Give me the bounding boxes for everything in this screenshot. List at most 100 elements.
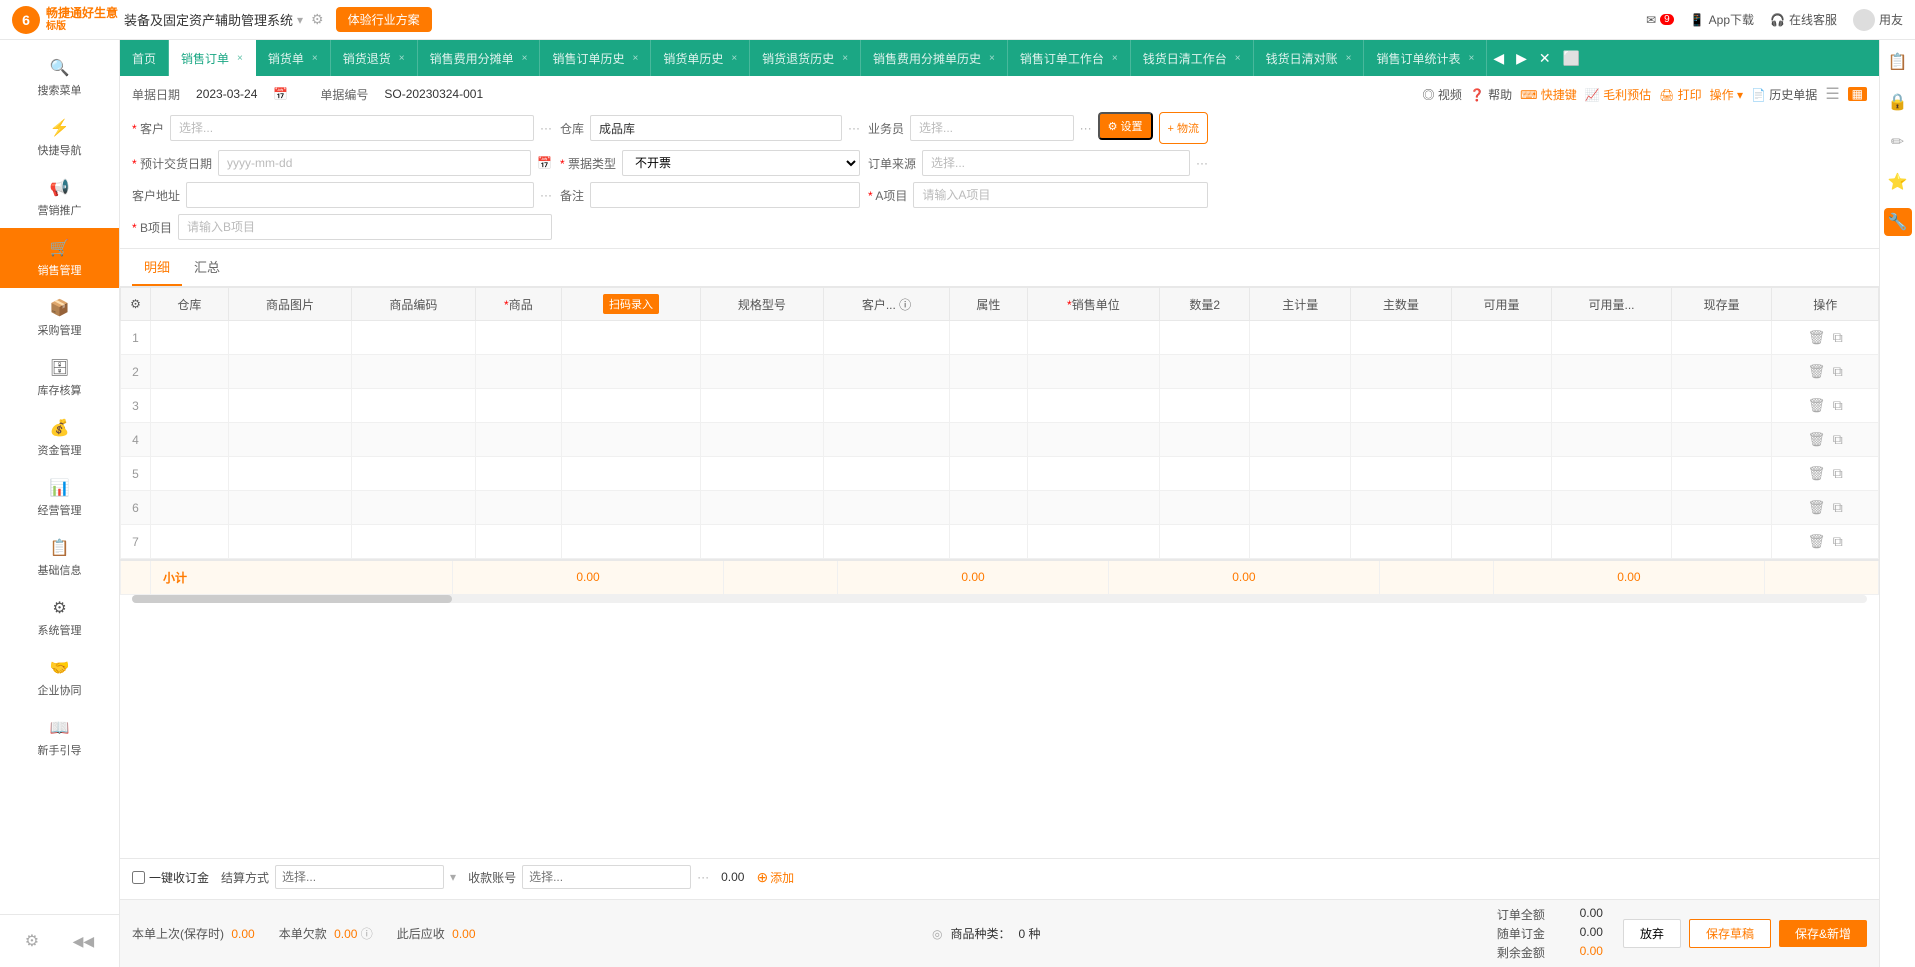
- row-5-qty2[interactable]: [1159, 457, 1249, 491]
- address-input[interactable]: [186, 182, 534, 208]
- staff-input[interactable]: [910, 115, 1074, 141]
- operation-btn[interactable]: 操作 ▾: [1710, 86, 1743, 103]
- row-1-available2[interactable]: [1552, 321, 1672, 355]
- right-panel-doc-btn[interactable]: 📋: [1884, 48, 1912, 76]
- row-6-warehouse[interactable]: [151, 491, 229, 525]
- row-6-spec[interactable]: [700, 491, 823, 525]
- row-3-attr[interactable]: [949, 389, 1027, 423]
- tab-close-goods-history[interactable]: ×: [731, 53, 737, 64]
- row-4-copy-btn[interactable]: ⧉: [1831, 429, 1845, 450]
- row-2-customer[interactable]: [824, 355, 950, 389]
- discard-button[interactable]: 放弃: [1623, 919, 1681, 948]
- tab-order-stats[interactable]: 销售订单统计表 ×: [1364, 40, 1487, 76]
- list-view-btn[interactable]: ☰: [1825, 84, 1839, 104]
- row-4-code[interactable]: [352, 423, 475, 457]
- row-2-qty2[interactable]: [1159, 355, 1249, 389]
- row-5-spec[interactable]: [700, 457, 823, 491]
- row-5-barcode[interactable]: [562, 457, 701, 491]
- tab-order-workbench[interactable]: 销售订单工作台 ×: [1008, 40, 1131, 76]
- row-6-main-qty[interactable]: [1351, 491, 1452, 525]
- col-barcode-header[interactable]: 扫码录入: [562, 288, 701, 321]
- tab-close-cash-reconcile[interactable]: ×: [1346, 53, 1352, 64]
- row-7-unit[interactable]: [1027, 525, 1159, 559]
- tab-close-return-history[interactable]: ×: [842, 53, 848, 64]
- row-6-code[interactable]: [352, 491, 475, 525]
- row-3-image[interactable]: [228, 389, 351, 423]
- barcode-btn[interactable]: 扫码录入: [603, 294, 659, 314]
- tab-close-fee-history[interactable]: ×: [989, 53, 995, 64]
- quick-order-check[interactable]: [132, 871, 145, 884]
- row-6-unit[interactable]: [1027, 491, 1159, 525]
- row-6-copy-btn[interactable]: ⧉: [1831, 497, 1845, 518]
- row-4-delete-btn[interactable]: 🗑: [1806, 429, 1828, 450]
- row-1-spec[interactable]: [700, 321, 823, 355]
- sidebar-item-system[interactable]: ⚙ 系统管理: [0, 588, 119, 648]
- row-4-barcode[interactable]: [562, 423, 701, 457]
- row-5-code[interactable]: [352, 457, 475, 491]
- row-1-code[interactable]: [352, 321, 475, 355]
- calendar-icon[interactable]: 📅: [273, 87, 288, 101]
- quick-order-checkbox[interactable]: 一键收订金: [132, 869, 209, 886]
- row-5-available2[interactable]: [1552, 457, 1672, 491]
- row-5-attr[interactable]: [949, 457, 1027, 491]
- row-7-spec[interactable]: [700, 525, 823, 559]
- row-7-main-qty[interactable]: [1351, 525, 1452, 559]
- account-more-icon[interactable]: ···: [697, 870, 709, 884]
- row-2-product[interactable]: [475, 355, 562, 389]
- row-6-qty2[interactable]: [1159, 491, 1249, 525]
- row-1-main-qty[interactable]: [1351, 321, 1452, 355]
- tab-sales-order[interactable]: 销售订单 ×: [169, 40, 256, 76]
- row-2-attr[interactable]: [949, 355, 1027, 389]
- row-5-product[interactable]: [475, 457, 562, 491]
- row-4-available[interactable]: [1451, 423, 1552, 457]
- row-3-stock[interactable]: [1671, 389, 1772, 423]
- row-2-spec[interactable]: [700, 355, 823, 389]
- row-2-stock[interactable]: [1671, 355, 1772, 389]
- row-7-attr[interactable]: [949, 525, 1027, 559]
- row-4-image[interactable]: [228, 423, 351, 457]
- row-5-image[interactable]: [228, 457, 351, 491]
- row-2-available2[interactable]: [1552, 355, 1672, 389]
- sidebar-item-guide[interactable]: 📖 新手引导: [0, 708, 119, 768]
- app-download-btn[interactable]: 📱 App下载: [1690, 11, 1754, 28]
- add-logistics-btn[interactable]: + 物流: [1159, 112, 1208, 144]
- message-btn[interactable]: ✉ 9: [1646, 13, 1674, 27]
- address-more-icon[interactable]: ···: [540, 188, 552, 202]
- customer-more-icon[interactable]: ···: [540, 121, 552, 135]
- tab-next-btn[interactable]: ▶: [1510, 50, 1533, 67]
- settings-icon[interactable]: ⚙: [311, 11, 324, 28]
- col-settings-btn[interactable]: ⚙ 设置: [1098, 112, 1153, 140]
- row-2-warehouse[interactable]: [151, 355, 229, 389]
- row-5-available[interactable]: [1451, 457, 1552, 491]
- tab-sales-goods[interactable]: 销货单 ×: [256, 40, 331, 76]
- warehouse-input[interactable]: [590, 115, 842, 141]
- right-panel-star-btn[interactable]: ⭐: [1884, 168, 1912, 196]
- tab-close-order-stats[interactable]: ×: [1468, 53, 1474, 64]
- col-settings-header[interactable]: ⚙: [121, 288, 151, 321]
- row-4-main-unit[interactable]: [1250, 423, 1351, 457]
- tab-home[interactable]: 首页: [120, 40, 169, 76]
- row-2-delete-btn[interactable]: 🗑: [1806, 361, 1828, 382]
- tab-close-sales-goods[interactable]: ×: [312, 53, 318, 64]
- help-btn[interactable]: ❓ 帮助: [1470, 86, 1512, 103]
- account-input[interactable]: [522, 865, 691, 889]
- row-1-delete-btn[interactable]: 🗑: [1806, 327, 1828, 348]
- delivery-input[interactable]: [218, 150, 531, 176]
- tab-close-order-workbench[interactable]: ×: [1112, 53, 1118, 64]
- row-4-qty2[interactable]: [1159, 423, 1249, 457]
- row-3-barcode[interactable]: [562, 389, 701, 423]
- row-5-unit[interactable]: [1027, 457, 1159, 491]
- tab-close-sales-fee[interactable]: ×: [522, 53, 528, 64]
- row-3-main-unit[interactable]: [1250, 389, 1351, 423]
- tab-cash-workbench[interactable]: 钱货日清工作台 ×: [1131, 40, 1254, 76]
- row-6-main-unit[interactable]: [1250, 491, 1351, 525]
- sidebar-collapse-icon[interactable]: ◀◀: [73, 933, 95, 950]
- row-1-main-unit[interactable]: [1250, 321, 1351, 355]
- row-6-product[interactable]: [475, 491, 562, 525]
- history-btn[interactable]: 📄 历史单据: [1751, 86, 1817, 103]
- row-4-unit[interactable]: [1027, 423, 1159, 457]
- tab-close-cash-workbench[interactable]: ×: [1235, 53, 1241, 64]
- customer-input[interactable]: [170, 115, 534, 141]
- row-7-barcode[interactable]: [562, 525, 701, 559]
- row-6-customer[interactable]: [824, 491, 950, 525]
